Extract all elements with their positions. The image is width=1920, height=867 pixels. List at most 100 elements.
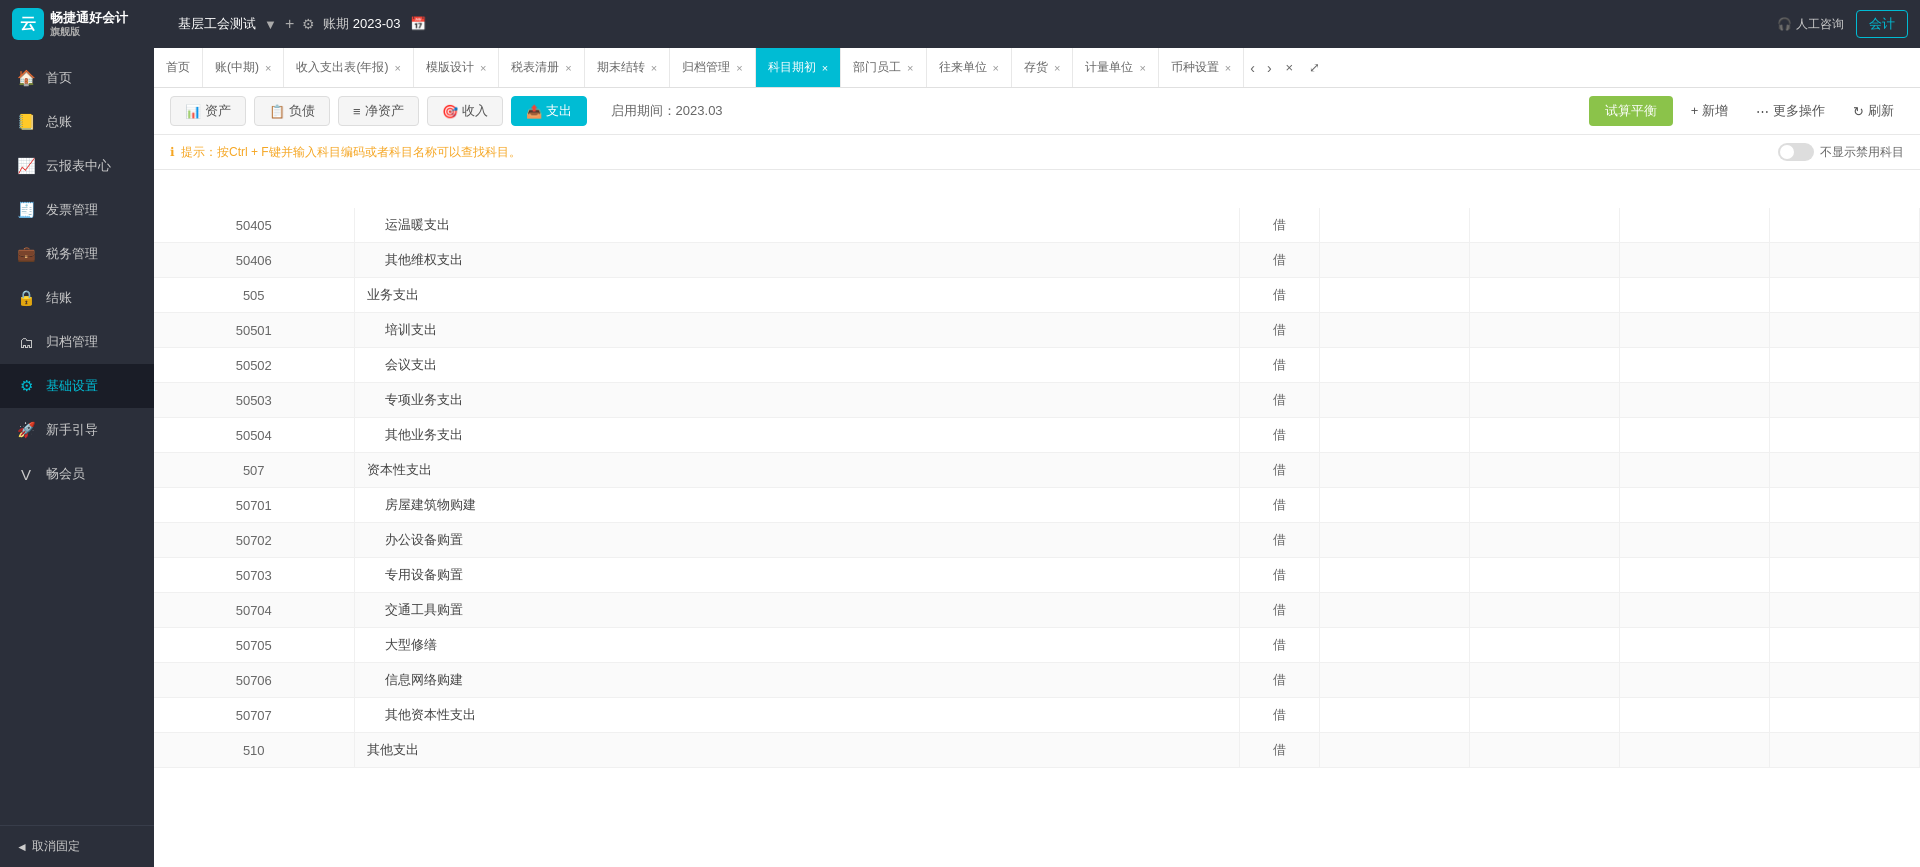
table-row[interactable]: 50503 专项业务支出 借: [154, 383, 1920, 418]
tab-close-7[interactable]: ×: [822, 62, 828, 74]
tab-close-all[interactable]: ×: [1278, 48, 1302, 87]
logo-text: 畅捷通好会计 旗舰版: [50, 10, 128, 38]
table-row[interactable]: 507 资本性支出 借: [154, 453, 1920, 488]
subtab-收入[interactable]: 🎯收入: [427, 96, 503, 126]
sidebar-item-首页[interactable]: 🏠 首页: [0, 56, 154, 100]
table-row[interactable]: 505 业务支出 借: [154, 278, 1920, 313]
tab-往来单位[interactable]: 往来单位×: [927, 48, 1012, 87]
account-button[interactable]: 会计: [1856, 10, 1908, 38]
settings-icon[interactable]: ⚙: [302, 16, 315, 32]
more-icon: ⋯: [1756, 104, 1769, 119]
tab-close-10[interactable]: ×: [1054, 62, 1060, 74]
sidebar-collapse[interactable]: ◄ 取消固定: [0, 825, 154, 867]
table-row[interactable]: 50504 其他业务支出 借: [154, 418, 1920, 453]
cell-code-15: 510: [154, 733, 354, 768]
tab-首页[interactable]: 首页: [154, 48, 203, 87]
sidebar-item-总账[interactable]: 📒 总账: [0, 100, 154, 144]
tab-close-1[interactable]: ×: [265, 62, 271, 74]
sidebar-item-云报表中心[interactable]: 📈 云报表中心: [0, 144, 154, 188]
tab-税表清册[interactable]: 税表清册×: [499, 48, 584, 87]
cell-code-2: 505: [154, 278, 354, 313]
table-row[interactable]: 50703 专用设备购置 借: [154, 558, 1920, 593]
main-layout: 🏠 首页 📒 总账 📈 云报表中心 🧾 发票管理 💼 税务管理 🔒 结账 🗂 归…: [0, 48, 1920, 867]
tab-close-3[interactable]: ×: [480, 62, 486, 74]
more-button[interactable]: ⋯ 更多操作: [1746, 97, 1835, 125]
table-row[interactable]: 50405 运温暖支出 借: [154, 208, 1920, 243]
tab-close-12[interactable]: ×: [1225, 62, 1231, 74]
tab-close-5[interactable]: ×: [651, 62, 657, 74]
table-row[interactable]: 50704 交通工具购置 借: [154, 593, 1920, 628]
refresh-button[interactable]: ↻ 刷新: [1843, 97, 1904, 125]
tab-账(中期)[interactable]: 账(中期)×: [203, 48, 284, 87]
tab-close-9[interactable]: ×: [993, 62, 999, 74]
calendar-icon[interactable]: 📅: [410, 16, 426, 31]
tab-close-11[interactable]: ×: [1139, 62, 1145, 74]
tab-nav-prev[interactable]: ‹: [1244, 48, 1261, 87]
tab-收入支出表(年报)[interactable]: 收入支出表(年报)×: [284, 48, 413, 87]
table-row[interactable]: 50502 会议支出 借: [154, 348, 1920, 383]
cell-dir-3: 借: [1240, 313, 1320, 348]
sub-tab-bar: 📊资产📋负债≡净资产🎯收入📤支出 启用期间：2023.03 试算平衡 + 新增 …: [154, 88, 1920, 135]
cell-debit-10: [1470, 558, 1620, 593]
table-row[interactable]: 50706 信息网络购建 借: [154, 663, 1920, 698]
table-row[interactable]: 50701 房屋建筑物购建 借: [154, 488, 1920, 523]
add-button[interactable]: + 新增: [1681, 97, 1738, 125]
gear-icon[interactable]: ⚙: [278, 182, 289, 196]
tab-归档管理[interactable]: 归档管理×: [670, 48, 755, 87]
cell-code-12: 50705: [154, 628, 354, 663]
cell-year-4: [1770, 348, 1920, 383]
tab-close-2[interactable]: ×: [394, 62, 400, 74]
add-project-btn[interactable]: +: [285, 15, 294, 33]
sidebar-item-税务管理[interactable]: 💼 税务管理: [0, 232, 154, 276]
dropdown-icon[interactable]: ▼: [264, 17, 277, 32]
tab-expand[interactable]: ⤢: [1301, 48, 1328, 87]
tab-计量单位[interactable]: 计量单位×: [1073, 48, 1158, 87]
table-row[interactable]: 50406 其他维权支出 借: [154, 243, 1920, 278]
sidebar-item-归档管理[interactable]: 🗂 归档管理: [0, 320, 154, 364]
table-row[interactable]: 510 其他支出 借: [154, 733, 1920, 768]
table-row[interactable]: 50707 其他资本性支出 借: [154, 698, 1920, 733]
cell-name-4: 会议支出: [354, 348, 1240, 383]
sidebar-item-畅会员[interactable]: V 畅会员: [0, 452, 154, 496]
project-name[interactable]: 基层工会测试: [178, 15, 256, 33]
sidebar-item-发票管理[interactable]: 🧾 发票管理: [0, 188, 154, 232]
tab-科目期初[interactable]: 科目期初×: [756, 48, 841, 87]
cell-dir-8: 借: [1240, 488, 1320, 523]
sidebar-item-新手引导[interactable]: 🚀 新手引导: [0, 408, 154, 452]
toggle-switch[interactable]: [1778, 143, 1814, 161]
tab-币种设置[interactable]: 币种设置×: [1159, 48, 1244, 87]
table-container[interactable]: 科目编码 ⚙ 科目名称 方向 期初余额 本年累计借方 本年累计贷方 年初余额 5…: [154, 170, 1920, 867]
tab-close-8[interactable]: ×: [907, 62, 913, 74]
tab-close-6[interactable]: ×: [736, 62, 742, 74]
cell-code-7: 507: [154, 453, 354, 488]
sidebar-item-基础设置[interactable]: ⚙ 基础设置: [0, 364, 154, 408]
tab-存货[interactable]: 存货×: [1012, 48, 1073, 87]
tab-模版设计[interactable]: 模版设计×: [414, 48, 499, 87]
subtab-净资产[interactable]: ≡净资产: [338, 96, 419, 126]
cell-name-5: 专项业务支出: [354, 383, 1240, 418]
col-header-debit: 本年累计借方: [1470, 170, 1620, 208]
balance-button[interactable]: 试算平衡: [1589, 96, 1673, 126]
cell-year-2: [1770, 278, 1920, 313]
subtab-icon-2: ≡: [353, 104, 361, 119]
cell-credit-11: [1620, 593, 1770, 628]
tab-部门员工[interactable]: 部门员工×: [841, 48, 926, 87]
cell-balance-11: [1320, 593, 1470, 628]
subtab-支出[interactable]: 📤支出: [511, 96, 587, 126]
subtab-负债[interactable]: 📋负债: [254, 96, 330, 126]
tab-nav-next[interactable]: ›: [1261, 48, 1278, 87]
tab-期末结转[interactable]: 期末结转×: [585, 48, 670, 87]
sidebar-item-结账[interactable]: 🔒 结账: [0, 276, 154, 320]
table-row[interactable]: 50702 办公设备购置 借: [154, 523, 1920, 558]
tab-close-4[interactable]: ×: [565, 62, 571, 74]
cell-dir-2: 借: [1240, 278, 1320, 313]
table-row[interactable]: 50501 培训支出 借: [154, 313, 1920, 348]
top-bar: 云 畅捷通好会计 旗舰版 基层工会测试 ▼ + ⚙ 账期 2023-03 📅 🎧…: [0, 0, 1920, 48]
table-row[interactable]: 50705 大型修缮 借: [154, 628, 1920, 663]
support-button[interactable]: 🎧 人工咨询: [1777, 16, 1844, 33]
info-icon: ℹ: [170, 145, 175, 159]
toggle-label: 不显示禁用科目: [1778, 143, 1904, 161]
cell-debit-4: [1470, 348, 1620, 383]
cell-code-4: 50502: [154, 348, 354, 383]
subtab-资产[interactable]: 📊资产: [170, 96, 246, 126]
